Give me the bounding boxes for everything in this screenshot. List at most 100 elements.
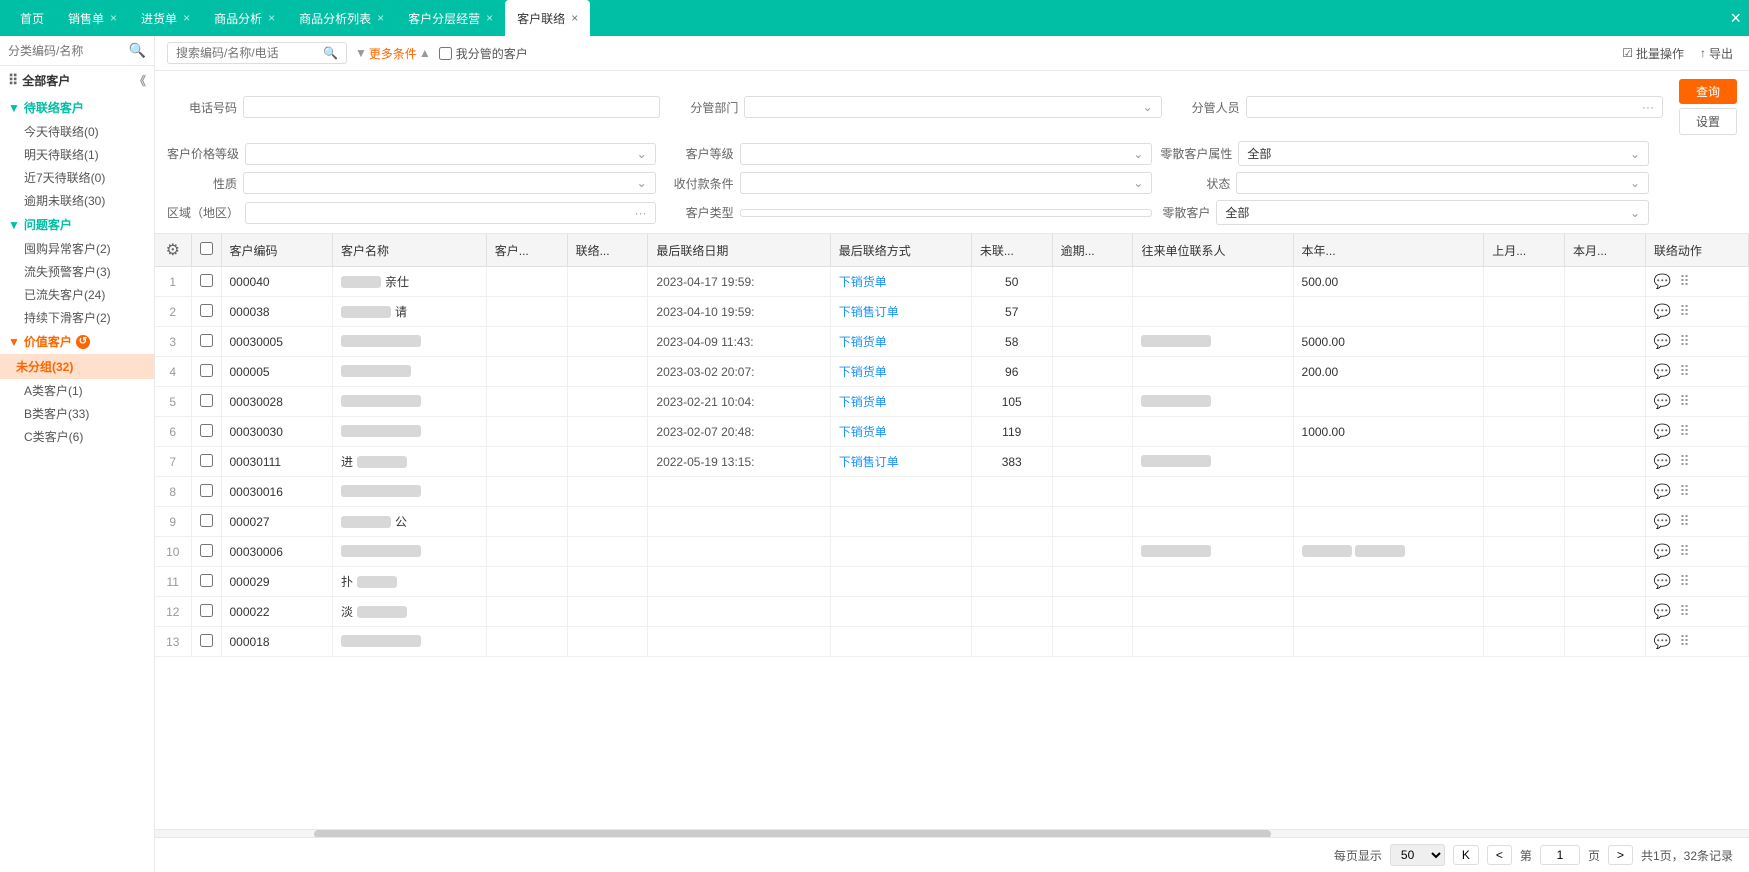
nav-customer-segment[interactable]: 客户分层经营 × (396, 0, 505, 36)
nav-product-analysis-list[interactable]: 商品分析列表 × (287, 0, 396, 36)
batch-operation-btn[interactable]: ☑ 批量操作 (1618, 43, 1688, 64)
th-name[interactable]: 客户名称 (333, 234, 487, 267)
sidebar-item-loss-warning[interactable]: 流失预警客户(3) (0, 260, 154, 283)
row-checkbox[interactable] (200, 304, 213, 317)
chat-action-icon[interactable]: 💬 (1654, 423, 1671, 440)
close-window-button[interactable]: × (1730, 8, 1741, 29)
sidebar-item-tomorrow[interactable]: 明天待联络(1) (0, 143, 154, 166)
more-action-icon[interactable]: ⠿ (1679, 543, 1689, 560)
sidebar-item-7days[interactable]: 近7天待联络(0) (0, 166, 154, 189)
row-checkbox[interactable] (200, 514, 213, 527)
nav-sales[interactable]: 销售单 × (56, 0, 129, 36)
group-problem-customers[interactable]: ▼ 问题客户 (0, 212, 154, 237)
close-segment-tab[interactable]: × (486, 11, 493, 25)
contact-type-link[interactable]: 下销货单 (839, 335, 887, 349)
group-value-customers[interactable]: ▼ 价值客户 ↺ (0, 329, 154, 354)
status-select[interactable]: ⌄ (1236, 172, 1649, 194)
retail-attr-select[interactable]: 全部 ⌄ (1238, 141, 1649, 166)
sidebar-item-typeB[interactable]: B类客户(33) (0, 402, 154, 425)
row-checkbox[interactable] (200, 634, 213, 647)
payment-select[interactable]: ⌄ (740, 172, 1153, 194)
first-page-btn[interactable]: K (1453, 845, 1479, 865)
more-action-icon[interactable]: ⠿ (1679, 303, 1689, 320)
next-page-btn[interactable]: > (1608, 845, 1633, 865)
contact-type-link[interactable]: 下销售订单 (839, 305, 899, 319)
price-level-select[interactable]: ⌄ (245, 143, 656, 165)
chat-action-icon[interactable]: 💬 (1654, 453, 1671, 470)
row-checkbox[interactable] (200, 274, 213, 287)
my-customers-check[interactable] (439, 47, 452, 60)
export-btn[interactable]: ↑ 导出 (1696, 43, 1737, 64)
sidebar-item-ungroups[interactable]: 未分组(32) (0, 354, 154, 379)
row-checkbox[interactable] (200, 334, 213, 347)
close-contact-tab[interactable]: × (571, 11, 578, 25)
chat-action-icon[interactable]: 💬 (1654, 333, 1671, 350)
chat-action-icon[interactable]: 💬 (1654, 573, 1671, 590)
more-action-icon[interactable]: ⠿ (1679, 453, 1689, 470)
chat-action-icon[interactable]: 💬 (1654, 363, 1671, 380)
region-select[interactable]: ··· (245, 202, 656, 224)
sidebar-item-typeC[interactable]: C类客户(6) (0, 425, 154, 448)
settings-icon[interactable]: ⚙ (166, 242, 180, 259)
contact-type-link[interactable]: 下销货单 (839, 395, 887, 409)
more-action-icon[interactable]: ⠿ (1679, 333, 1689, 350)
sidebar-item-overdue[interactable]: 逾期未联络(30) (0, 189, 154, 212)
refresh-icon[interactable]: ↺ (76, 335, 90, 349)
more-action-icon[interactable]: ⠿ (1679, 573, 1689, 590)
contact-type-link[interactable]: 下销货单 (839, 275, 887, 289)
chat-action-icon[interactable]: 💬 (1654, 513, 1671, 530)
more-action-icon[interactable]: ⠿ (1679, 363, 1689, 380)
all-customers-header[interactable]: ⠿ 全部客户 《 (0, 66, 154, 95)
chat-action-icon[interactable]: 💬 (1654, 393, 1671, 410)
row-checkbox[interactable] (200, 574, 213, 587)
sidebar-search-input[interactable] (8, 44, 129, 58)
row-checkbox[interactable] (200, 544, 213, 557)
contact-type-link[interactable]: 下销货单 (839, 425, 887, 439)
group-pending-contact[interactable]: ▼ 待联络客户 (0, 95, 154, 120)
more-action-icon[interactable]: ⠿ (1679, 393, 1689, 410)
row-checkbox[interactable] (200, 604, 213, 617)
chat-action-icon[interactable]: 💬 (1654, 273, 1671, 290)
sidebar-item-declining[interactable]: 持续下滑客户(2) (0, 306, 154, 329)
more-action-icon[interactable]: ⠿ (1679, 273, 1689, 290)
nav-home[interactable]: 首页 (8, 0, 56, 36)
prev-page-btn[interactable]: < (1487, 845, 1512, 865)
sidebar-item-today[interactable]: 今天待联络(0) (0, 120, 154, 143)
row-checkbox[interactable] (200, 394, 213, 407)
more-action-icon[interactable]: ⠿ (1679, 483, 1689, 500)
manager-select[interactable]: ··· (1246, 96, 1663, 118)
nature-select[interactable]: ⌄ (243, 172, 656, 194)
sidebar-collapse-btn[interactable]: 《 (134, 72, 146, 89)
reset-button[interactable]: 设置 (1679, 108, 1737, 135)
chat-action-icon[interactable]: 💬 (1654, 483, 1671, 500)
close-product-list-tab[interactable]: × (377, 11, 384, 25)
more-action-icon[interactable]: ⠿ (1679, 603, 1689, 620)
more-conditions-btn[interactable]: ▼ 更多条件 ▲ (355, 45, 431, 62)
nav-product-analysis[interactable]: 商品分析 × (202, 0, 287, 36)
search-input[interactable] (176, 46, 323, 60)
chat-action-icon[interactable]: 💬 (1654, 303, 1671, 320)
contact-type-link[interactable]: 下销货单 (839, 365, 887, 379)
chat-action-icon[interactable]: 💬 (1654, 633, 1671, 650)
more-action-icon[interactable]: ⠿ (1679, 513, 1689, 530)
th-last-contact-date[interactable]: 最后联络日期 (648, 234, 830, 267)
query-button[interactable]: 查询 (1679, 79, 1737, 104)
sidebar-item-abnormal[interactable]: 囤购异常客户(2) (0, 237, 154, 260)
sidebar-item-lost[interactable]: 已流失客户(24) (0, 283, 154, 306)
chat-action-icon[interactable]: 💬 (1654, 543, 1671, 560)
nav-customer-contact[interactable]: 客户联络 × (505, 0, 590, 36)
chat-action-icon[interactable]: 💬 (1654, 603, 1671, 620)
horizontal-scrollbar[interactable] (155, 829, 1749, 837)
dept-select[interactable]: ⌄ (744, 96, 1161, 118)
nav-purchase[interactable]: 进货单 × (129, 0, 202, 36)
th-not-contact[interactable]: 未联... (971, 234, 1052, 267)
row-checkbox[interactable] (200, 424, 213, 437)
page-size-select[interactable]: 50 20 100 (1390, 844, 1445, 866)
retail-select[interactable]: 全部 ⌄ (1216, 200, 1649, 225)
row-checkbox[interactable] (200, 484, 213, 497)
more-action-icon[interactable]: ⠿ (1679, 633, 1689, 650)
customer-type-select[interactable] (740, 209, 1153, 217)
close-sales-tab[interactable]: × (110, 11, 117, 25)
contact-type-link[interactable]: 下销售订单 (839, 455, 899, 469)
row-checkbox[interactable] (200, 364, 213, 377)
